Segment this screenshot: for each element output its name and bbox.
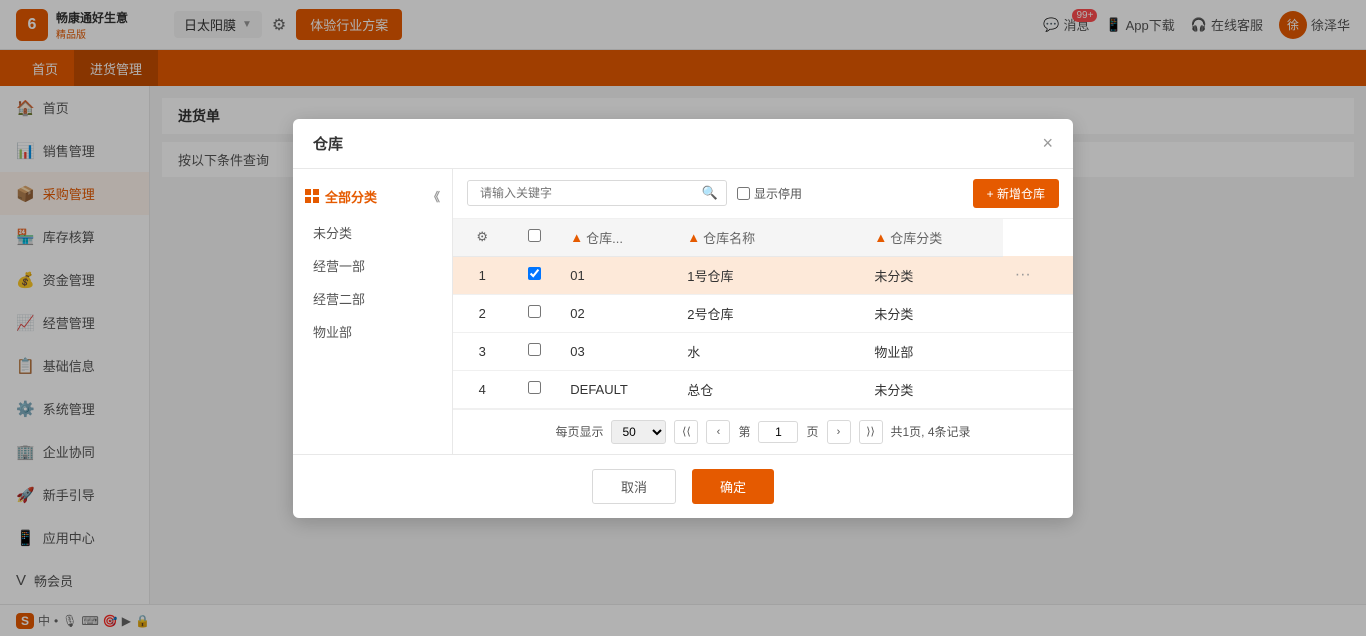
category-unclassified[interactable]: 未分类 [293, 216, 452, 249]
close-icon[interactable]: × [1042, 134, 1053, 152]
modal-action-footer: 取消 确定 [293, 454, 1073, 518]
table-row[interactable]: 2 02 2号仓库 未分类 [453, 294, 1073, 332]
th-settings: ⚙ [453, 219, 511, 257]
table-header: ⚙ ▲ 仓库... [453, 219, 1073, 257]
modal-backdrop[interactable]: 仓库 × 全部分类 《 未分类 经营一部 经营二部 物业部 [0, 0, 1366, 636]
collapse-icon[interactable]: 《 [428, 188, 440, 205]
th-name: ▲ 仓库名称 [675, 219, 862, 257]
row-checkbox[interactable] [528, 343, 541, 356]
all-category-item[interactable]: 全部分类 《 [293, 181, 452, 216]
row-name: 1号仓库 [675, 256, 862, 294]
right-panel: 🔍 显示停用 + 新增仓库 ⚙ [453, 169, 1073, 454]
row-checkbox-cell[interactable] [511, 332, 558, 370]
confirm-button[interactable]: 确定 [692, 469, 774, 504]
row-checkbox-cell[interactable] [511, 370, 558, 408]
row-category: 未分类 [862, 256, 1002, 294]
search-input-wrap: 🔍 [467, 180, 727, 206]
th-checkbox [511, 219, 558, 257]
th-category: ▲ 仓库分类 [862, 219, 1002, 257]
pagination: 每页显示 50 100 ⟨⟨ ‹ 第 页 › ⟩⟩ 共1页, 4条记录 [453, 409, 1073, 454]
modal-body: 全部分类 《 未分类 经营一部 经营二部 物业部 🔍 [293, 169, 1073, 454]
add-warehouse-button[interactable]: + 新增仓库 [973, 179, 1059, 208]
category-property[interactable]: 物业部 [293, 315, 452, 348]
row-checkbox[interactable] [528, 381, 541, 394]
row-num: 3 [453, 332, 511, 370]
row-code: 02 [558, 294, 675, 332]
row-category: 未分类 [862, 294, 1002, 332]
select-all-checkbox[interactable] [528, 229, 541, 242]
row-num: 1 [453, 256, 511, 294]
row-code: 03 [558, 332, 675, 370]
row-code: 01 [558, 256, 675, 294]
row-category: 未分类 [862, 370, 1002, 408]
search-input[interactable] [476, 181, 702, 205]
warehouse-modal: 仓库 × 全部分类 《 未分类 经营一部 经营二部 物业部 [293, 119, 1073, 518]
search-icon[interactable]: 🔍 [702, 185, 718, 201]
warehouse-table: ⚙ ▲ 仓库... [453, 219, 1073, 409]
settings-icon[interactable]: ⚙ [476, 229, 488, 244]
first-page-btn[interactable]: ⟨⟨ [674, 420, 698, 444]
grid-icon [305, 189, 319, 203]
sort-icon-3: ▲ [874, 230, 887, 245]
th-code: ▲ 仓库... [558, 219, 675, 257]
modal-title: 仓库 [313, 133, 343, 154]
category-business1[interactable]: 经营一部 [293, 249, 452, 282]
table-row[interactable]: 4 DEFAULT 总仓 未分类 [453, 370, 1073, 408]
sort-icon: ▲ [570, 230, 583, 245]
modal-header: 仓库 × [293, 119, 1073, 169]
row-actions[interactable]: ··· [1003, 256, 1073, 294]
row-checkbox-cell[interactable] [511, 256, 558, 294]
row-num: 4 [453, 370, 511, 408]
row-checkbox-cell[interactable] [511, 294, 558, 332]
row-name: 2号仓库 [675, 294, 862, 332]
next-page-btn[interactable]: › [827, 420, 851, 444]
row-checkbox[interactable] [528, 305, 541, 318]
row-name: 总仓 [675, 370, 862, 408]
per-page-select[interactable]: 50 100 [611, 420, 666, 444]
cancel-button[interactable]: 取消 [592, 469, 676, 504]
sort-icon-2: ▲ [687, 230, 700, 245]
last-page-btn[interactable]: ⟩⟩ [859, 420, 883, 444]
category-business2[interactable]: 经营二部 [293, 282, 452, 315]
table-row[interactable]: 3 03 水 物业部 [453, 332, 1073, 370]
table-row[interactable]: 1 01 1号仓库 未分类 ··· [453, 256, 1073, 294]
show-disabled-label[interactable]: 显示停用 [737, 185, 802, 202]
row-num: 2 [453, 294, 511, 332]
modal-toolbar: 🔍 显示停用 + 新增仓库 [453, 169, 1073, 219]
prev-page-btn[interactable]: ‹ [706, 420, 730, 444]
show-disabled-checkbox[interactable] [737, 187, 750, 200]
more-icon[interactable]: ··· [1015, 266, 1031, 283]
category-panel: 全部分类 《 未分类 经营一部 经营二部 物业部 [293, 169, 453, 454]
row-checkbox[interactable] [528, 267, 541, 280]
row-name: 水 [675, 332, 862, 370]
row-category: 物业部 [862, 332, 1002, 370]
page-number-input[interactable] [758, 421, 798, 443]
row-code: DEFAULT [558, 370, 675, 408]
